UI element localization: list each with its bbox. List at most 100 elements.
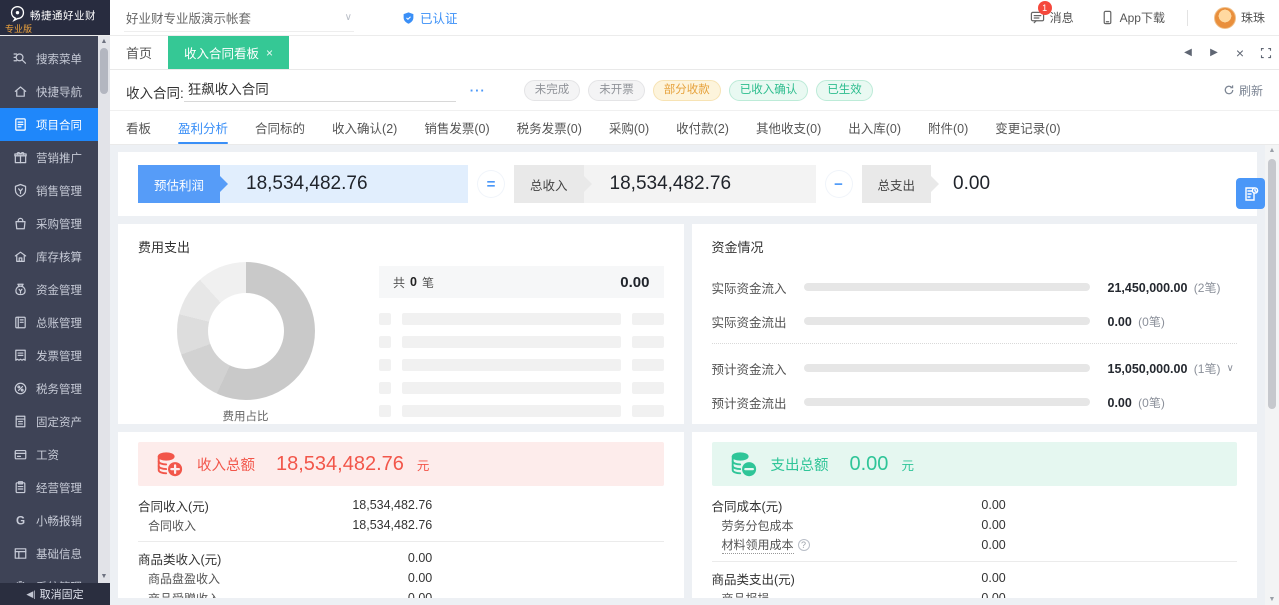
income-total-card: 收入总额 18,534,482.76 元 合同收入(元) 18,534,482.7… xyxy=(118,432,684,598)
fund-row: 预计资金流出 0.00 (0笔) xyxy=(712,387,1238,417)
skeleton-value-bar xyxy=(631,382,664,394)
fullscreen-button[interactable] xyxy=(1253,36,1279,69)
sidebar-item-sales[interactable]: 销售管理 xyxy=(0,174,98,207)
detail-tab-6[interactable]: 采购(0) xyxy=(609,111,649,144)
tabs-prev-button[interactable]: ◀ xyxy=(1175,36,1201,69)
app-download-label: App下载 xyxy=(1119,11,1165,25)
account-selector[interactable]: 好业财专业版演示帐套 ∨ xyxy=(124,4,354,32)
sidebar-item-search[interactable]: 搜索菜单 xyxy=(0,42,98,75)
refresh-button[interactable]: 刷新 xyxy=(1223,82,1263,99)
sidebar-item-inventory[interactable]: 库存核算 xyxy=(0,240,98,273)
tabs-next-button[interactable]: ▶ xyxy=(1201,36,1227,69)
financial-row: 劳务分包成本 0.00 xyxy=(712,515,1238,535)
detail-tab-0[interactable]: 看板 xyxy=(126,111,151,144)
contract-name[interactable]: 狂飙收入合同 xyxy=(183,78,456,102)
detail-tab-4[interactable]: 销售发票(0) xyxy=(424,111,489,144)
fund-row-value: 21,450,000.00 (2笔) xyxy=(1107,280,1221,295)
income-total-banner: 收入总额 18,534,482.76 元 xyxy=(138,442,664,486)
dotted-divider xyxy=(711,343,1237,344)
main-scrollbar[interactable]: ▲ ▼ xyxy=(1265,145,1279,605)
fund-row-count: (1笔) xyxy=(1190,361,1221,376)
expense-coins-minus-icon xyxy=(731,452,756,477)
contract-title-label: 收入合同: xyxy=(126,86,184,101)
equals-icon: = xyxy=(478,171,505,197)
sidebar-item-business[interactable]: 经营管理 xyxy=(0,471,98,504)
financial-row-value: 0.00 xyxy=(407,591,433,598)
sidebar-item-label: 营销推广 xyxy=(36,152,82,165)
fund-row-value: 0.00 (0笔) xyxy=(1107,395,1165,410)
detail-tab-7[interactable]: 收付款(2) xyxy=(676,111,729,144)
gift-icon xyxy=(13,150,28,165)
user-menu[interactable]: 珠珠 xyxy=(1213,6,1265,29)
search-icon xyxy=(13,51,28,66)
chevron-down-icon: ∨ xyxy=(344,11,352,23)
sidebar-item-home[interactable]: 快捷导航 xyxy=(0,75,98,108)
sidebar-item-asset[interactable]: 固定资产 xyxy=(0,405,98,438)
detail-tab-8[interactable]: 其他收支(0) xyxy=(756,111,821,144)
skeleton-value-bar xyxy=(631,359,664,371)
app-logo: 畅捷通好业财 专业版 xyxy=(0,0,110,35)
sidebar-item-label: 小畅报销 xyxy=(36,515,82,528)
sidebar-item-expense[interactable]: G 小畅报销 xyxy=(0,504,98,537)
sidebar-item-contract[interactable]: 项目合同 xyxy=(0,108,98,141)
financial-row: 商品受赠收入 0.00 xyxy=(138,588,664,598)
main-scroll-thumb[interactable] xyxy=(1268,159,1276,409)
financial-row-label: 合同成本(元) xyxy=(711,499,783,514)
tab-home[interactable]: 首页 xyxy=(110,36,168,69)
scroll-down-icon[interactable]: ▼ xyxy=(1269,596,1276,603)
financial-row-label: 材料领用成本? xyxy=(712,536,922,554)
payroll-icon xyxy=(13,447,28,462)
sidebar-item-label: 项目合同 xyxy=(36,119,82,132)
scroll-down-icon[interactable]: ▼ xyxy=(101,572,108,582)
chevron-down-icon[interactable]: ∨ xyxy=(1226,363,1233,374)
scroll-up-icon[interactable]: ▲ xyxy=(1269,147,1276,154)
scroll-up-icon[interactable]: ▲ xyxy=(101,37,108,47)
unpin-label: 取消固定 xyxy=(39,589,84,601)
help-icon[interactable]: ? xyxy=(797,539,810,551)
tabs-close-button[interactable]: × xyxy=(1227,36,1253,69)
skeleton-swatch xyxy=(379,405,391,417)
detail-tab-9[interactable]: 出入库(0) xyxy=(848,111,901,144)
count-prefix: 共 xyxy=(393,275,406,290)
sidebar-item-purchase[interactable]: 采购管理 xyxy=(0,207,98,240)
sidebar-item-payroll[interactable]: 工资 xyxy=(0,438,98,471)
sidebar-item-invoice[interactable]: 发票管理 xyxy=(0,339,98,372)
contract-header: 收入合同: 狂飙收入合同 ··· 未完成 未开票 部分收款 已收入确认 已生效 刷新 xyxy=(110,70,1279,111)
detail-tab-2[interactable]: 合同标的 xyxy=(255,111,305,144)
sidebar-item-tax[interactable]: 税务管理 xyxy=(0,372,98,405)
sidebar-item-label: 税务管理 xyxy=(36,383,82,396)
sidebar: 搜索菜单快捷导航项目合同营销推广销售管理 采购管理 库存核算资金管理总账管理 发票管理… xyxy=(0,36,110,605)
fund-row-count: (0笔) xyxy=(1134,314,1165,329)
unpin-sidebar-button[interactable]: ◀| 取消固定 xyxy=(0,583,110,605)
more-actions-button[interactable]: ··· xyxy=(470,83,486,98)
sidebar-scrollbar[interactable]: ▲ ▼ xyxy=(98,36,110,583)
detail-tab-1[interactable]: 盈利分析 xyxy=(178,111,229,144)
skeleton-swatch xyxy=(379,359,391,371)
verified-label: 已认证 xyxy=(420,12,458,26)
sidebar-item-ledger[interactable]: 总账管理 xyxy=(0,306,98,339)
sidebar-item-gift[interactable]: 营销推广 xyxy=(0,141,98,174)
account-selector-value: 好业财专业版演示帐套 xyxy=(126,11,252,26)
sidebar-item-baseinfo[interactable]: 基础信息 xyxy=(0,537,98,570)
sidebar-item-label: 资金管理 xyxy=(36,284,82,297)
sidebar-item-funds[interactable]: 资金管理 xyxy=(0,273,98,306)
expense-total-banner: 支出总额 0.00 元 xyxy=(711,442,1237,486)
detail-tab-10[interactable]: 附件(0) xyxy=(928,111,968,144)
financial-row-value: 0.00 xyxy=(981,538,1006,552)
sidebar-scroll-thumb[interactable] xyxy=(100,48,108,94)
detail-tab-11[interactable]: 变更记录(0) xyxy=(995,111,1060,144)
messages-label: 消息 xyxy=(1049,11,1074,25)
messages-button[interactable]: 1 消息 xyxy=(1030,1,1074,26)
detail-tabs: 看板 盈利分析 合同标的 收入确认(2) 销售发票(0) 税务发票(0) 采购(0) 收付款(… xyxy=(110,111,1279,145)
skeleton-row xyxy=(379,313,664,325)
tab-close-icon[interactable]: × xyxy=(266,46,273,60)
inventory-icon xyxy=(13,249,28,264)
change-log-button[interactable] xyxy=(1236,178,1265,209)
app-download-button[interactable]: App下载 xyxy=(1100,9,1165,26)
detail-tab-3[interactable]: 收入确认(2) xyxy=(332,111,397,144)
skeleton-bar xyxy=(402,405,621,417)
messages-count-badge: 1 xyxy=(1037,1,1052,15)
detail-tab-5[interactable]: 税务发票(0) xyxy=(517,111,582,144)
sidebar-item-label: 搜索菜单 xyxy=(36,53,82,66)
tab-income-contract-board[interactable]: 收入合同看板 × xyxy=(168,36,290,69)
